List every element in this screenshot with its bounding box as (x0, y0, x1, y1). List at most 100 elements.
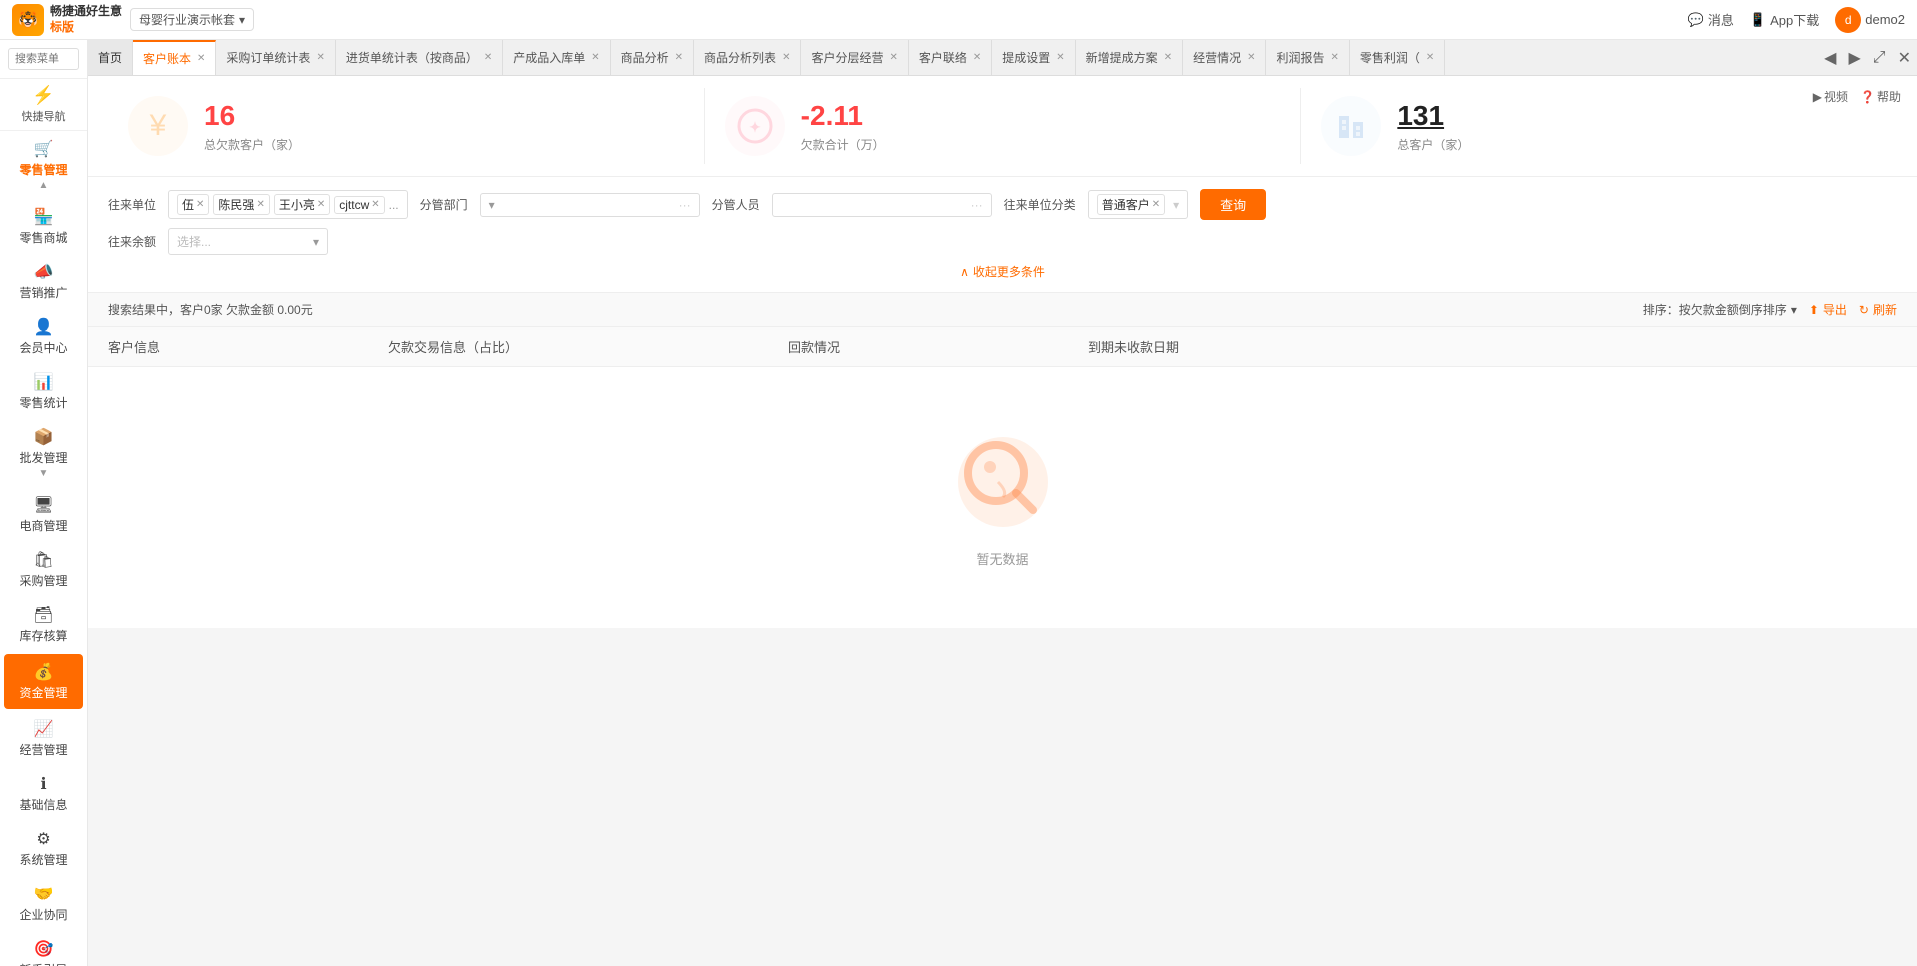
tab-profit-report[interactable]: 利润报告 ✕ (1266, 40, 1349, 76)
owner-unit-input[interactable]: 伍 ✕ 陈民强 ✕ 王小亮 ✕ cjttcw ✕ ... (168, 190, 408, 219)
unit-class-select[interactable]: 普通客户 ✕ ▾ (1088, 190, 1188, 219)
close-icon[interactable]: ✕ (484, 52, 492, 63)
message-btn[interactable]: 💬 消息 (1688, 10, 1734, 29)
sidebar-item-retail-mall[interactable]: 🏪 零售商城 (0, 199, 87, 254)
tab-close-all-btn[interactable]: ✕ (1892, 40, 1917, 76)
branch-person-select[interactable]: ··· (772, 193, 992, 217)
close-icon[interactable]: ✕ (197, 53, 205, 64)
refresh-icon: ↻ (1859, 303, 1869, 317)
stat-total-customers: 131 总客户（家） (1301, 88, 1897, 164)
main-content: ¥ 16 总欠款客户（家） ✦ -2.11 欠款合计（万） (88, 76, 1917, 966)
close-icon[interactable]: ✕ (371, 199, 379, 210)
tab-customer-segment[interactable]: 客户分层经营 ✕ (801, 40, 908, 76)
export-btn[interactable]: ⬆ 导出 (1809, 301, 1847, 318)
ellipsis-icon[interactable]: ··· (971, 198, 983, 212)
owner-unit-label: 往来单位 (108, 196, 156, 213)
close-icon[interactable]: ✕ (317, 199, 325, 210)
help-icon: ❓ (1860, 90, 1875, 104)
video-btn[interactable]: ▶ 视频 (1813, 88, 1848, 105)
tab-next-btn[interactable]: ▶ (1842, 40, 1866, 76)
close-icon[interactable]: ✕ (1247, 52, 1255, 63)
sort-selector[interactable]: 排序：按欠款金额倒序排序 ▾ (1643, 301, 1797, 318)
sidebar-item-member-center[interactable]: 👤 会员中心 (0, 309, 87, 364)
sidebar-item-new-guide[interactable]: 🎯 新手引导 (0, 931, 87, 966)
sidebar-item-inventory-check[interactable]: 🗃 库存核算 (0, 597, 87, 652)
close-icon[interactable]: ✕ (316, 52, 324, 63)
clear-icon[interactable]: ··· (679, 198, 691, 212)
tab-purchase-order-stats[interactable]: 采购订单统计表 ✕ (216, 40, 335, 76)
balance-select[interactable]: 选择... ▾ (168, 228, 328, 255)
sidebar-item-purchase-mgmt[interactable]: 🛍 采购管理 (0, 542, 87, 597)
close-icon[interactable]: ✕ (1152, 199, 1160, 210)
empty-illustration (948, 427, 1058, 537)
sidebar-item-basic-info[interactable]: ℹ 基础信息 (0, 766, 87, 821)
close-icon[interactable]: ✕ (196, 199, 204, 210)
collapse-filter-btn[interactable]: ∧ 收起更多条件 (108, 263, 1897, 280)
stat-icon-yuan: ¥ (128, 96, 188, 156)
sidebar-item-retail-mgmt[interactable]: 🛒 零售管理 ▲ (0, 131, 87, 199)
stat-label-1: 总欠款客户（家） (204, 136, 684, 153)
tab-purchase-stats-by-product[interactable]: 进货单统计表（按商品） ✕ (336, 40, 503, 76)
tab-new-commission-plan[interactable]: 新增提成方案 ✕ (1076, 40, 1183, 76)
query-button[interactable]: 查询 (1200, 189, 1266, 220)
sidebar-item-operations-mgmt[interactable]: 📈 经营管理 (0, 711, 87, 766)
close-icon[interactable]: ✕ (782, 52, 790, 63)
sidebar-item-quick-nav[interactable]: ⚡ 快捷导航 (0, 79, 87, 131)
purchase-icon: 🛍 (33, 550, 53, 570)
sidebar-item-retail-stats[interactable]: 📊 零售统计 (0, 364, 87, 419)
sidebar-item-marketing[interactable]: 📣 营销推广 (0, 254, 87, 309)
tag-normal-customer[interactable]: 普通客户 ✕ (1097, 194, 1165, 215)
close-icon[interactable]: ✕ (889, 52, 897, 63)
app-download-btn[interactable]: 📱 App下载 (1750, 10, 1819, 29)
tag-wang[interactable]: 王小亮 ✕ (274, 194, 330, 215)
close-icon[interactable]: ✕ (1164, 52, 1172, 63)
tag-wu[interactable]: 伍 ✕ (177, 194, 209, 215)
stat-info-1: 16 总欠款客户（家） (204, 99, 684, 154)
close-icon[interactable]: ✕ (675, 52, 683, 63)
balance-label: 往来余额 (108, 233, 156, 250)
tag-cjttcw[interactable]: cjttcw ✕ (334, 196, 384, 214)
empty-bg-circle (958, 437, 1048, 527)
sidebar-item-system-mgmt[interactable]: ⚙ 系统管理 (0, 821, 87, 876)
branch-dept-select[interactable]: ▾ ··· (480, 193, 700, 217)
close-icon[interactable]: ✕ (591, 52, 599, 63)
table-area: 客户信息 欠款交易信息（占比） 回款情况 到期未收款日期 暂无数据 (88, 327, 1917, 628)
tab-commission-settings[interactable]: 提成设置 ✕ (992, 40, 1075, 76)
sidebar-item-enterprise-collab[interactable]: 🤝 企业协同 (0, 876, 87, 931)
close-icon[interactable]: ✕ (973, 52, 981, 63)
info-icon: ℹ (40, 774, 46, 794)
tab-nav-btns: ◀ ▶ ⤢ ✕ (1818, 40, 1917, 76)
user-avatar-btn[interactable]: d demo2 (1835, 7, 1905, 33)
close-icon[interactable]: ✕ (256, 199, 264, 210)
tab-home[interactable]: 首页 (88, 40, 133, 76)
close-icon[interactable]: ✕ (1056, 52, 1064, 63)
sidebar-item-wholesale-mgmt[interactable]: 📦 批发管理 ▼ (0, 419, 87, 487)
chevron-down-icon: ▾ (1791, 303, 1797, 317)
tab-product-stock-entry[interactable]: 产成品入库单 ✕ (503, 40, 610, 76)
sidebar-item-finance-mgmt[interactable]: 💰 资金管理 (4, 654, 83, 709)
more-tags-btn[interactable]: ... (389, 198, 399, 212)
nav-icon: ⚡ (32, 85, 54, 106)
refresh-btn[interactable]: ↻ 刷新 (1859, 301, 1897, 318)
tab-maximize-btn[interactable]: ⤢ (1867, 40, 1892, 76)
account-selector[interactable]: 母婴行业演示帐套 ▾ (130, 8, 254, 31)
tab-prev-btn[interactable]: ◀ (1818, 40, 1842, 76)
sidebar-item-ecommerce[interactable]: 🖥 电商管理 (0, 487, 87, 542)
close-icon[interactable]: ✕ (1331, 52, 1339, 63)
chevron-down-icon: ▾ (1173, 198, 1179, 212)
close-icon[interactable]: ✕ (1426, 52, 1434, 63)
tab-customer-contact[interactable]: 客户联络 ✕ (909, 40, 992, 76)
branch-dept-label: 分管部门 (420, 196, 468, 213)
help-btn[interactable]: ❓ 帮助 (1860, 88, 1901, 105)
tag-chen[interactable]: 陈民强 ✕ (213, 194, 269, 215)
tab-product-analysis-list[interactable]: 商品分析列表 ✕ (694, 40, 801, 76)
branch-person-label: 分管人员 (712, 196, 760, 213)
tab-product-analysis[interactable]: 商品分析 ✕ (611, 40, 694, 76)
top-bar: 🐯 畅捷通好生意 标版 母婴行业演示帐套 ▾ 💬 消息 📱 App下载 d de… (0, 0, 1917, 40)
tab-business-situation[interactable]: 经营情况 ✕ (1183, 40, 1266, 76)
tab-customer-accounts[interactable]: 客户账本 ✕ (133, 40, 216, 76)
logo-area: 🐯 畅捷通好生意 标版 (12, 4, 122, 36)
stat-info-3: 131 总客户（家） (1397, 99, 1877, 154)
tab-retail-profit[interactable]: 零售利润（ ✕ (1350, 40, 1445, 76)
search-input[interactable] (8, 48, 79, 70)
